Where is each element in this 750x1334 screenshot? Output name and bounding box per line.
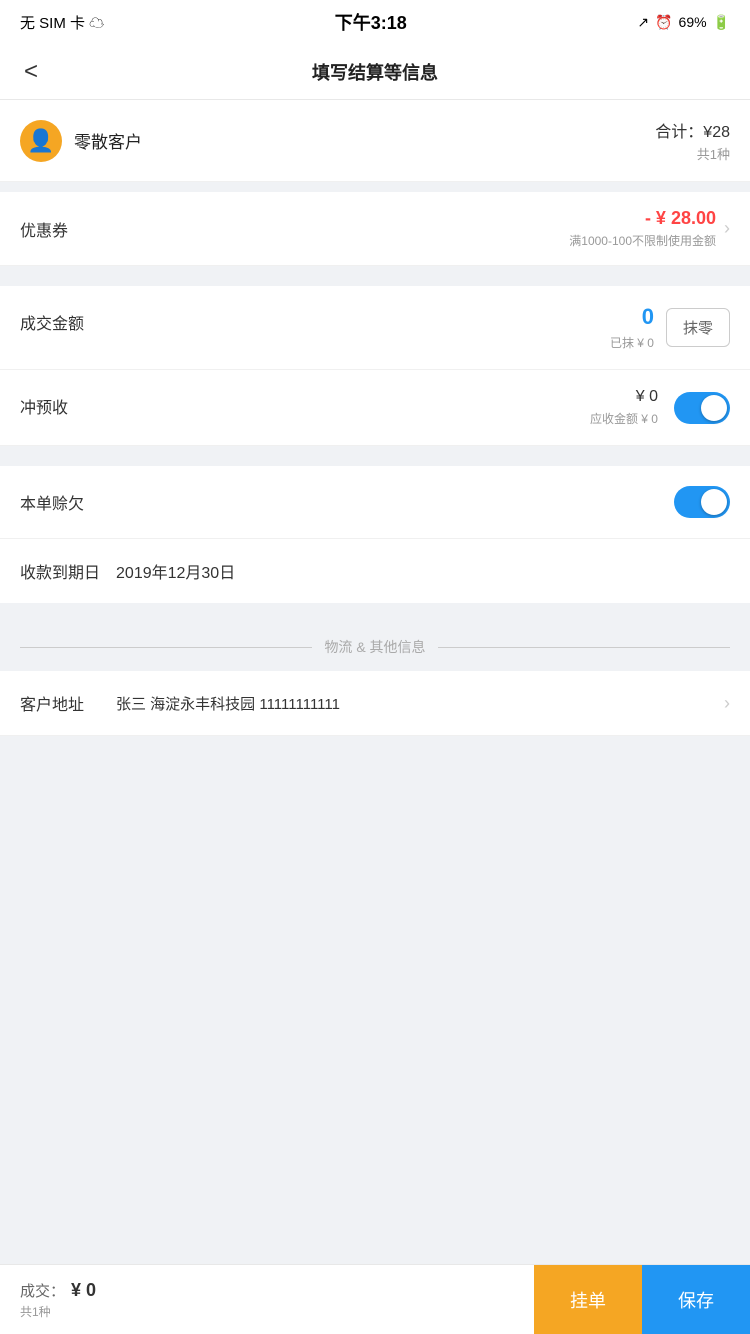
debt-toggle-thumb xyxy=(701,489,727,515)
address-value: 张三 海淀永丰科技园 11111111111 xyxy=(116,693,724,714)
deal-value-wrap: 0 已抹 ¥ 0 xyxy=(610,304,654,351)
prepayment-toggle-track xyxy=(674,392,730,424)
coupon-right: - ¥ 28.00 满1000-100不限制使用金额 › xyxy=(569,208,730,249)
deal-value: 0 xyxy=(610,304,654,330)
nav-bar: < 填写结算等信息 xyxy=(0,44,750,100)
deal-amount-label: 成交金额 xyxy=(20,304,84,334)
bottom-actions: 挂单 保存 xyxy=(534,1265,750,1334)
prepayment-toggle-thumb xyxy=(701,395,727,421)
bottom-count: 共1种 xyxy=(20,1303,514,1320)
bottom-summary: 成交： ¥ 0 共1种 xyxy=(0,1280,534,1320)
customer-count: 共1种 xyxy=(655,144,730,163)
address-card: 客户地址 张三 海淀永丰科技园 11111111111 › xyxy=(0,671,750,736)
coupon-card: 优惠券 - ¥ 28.00 满1000-100不限制使用金额 › xyxy=(0,192,750,266)
logistics-label: 物流 & 其他信息 xyxy=(324,637,425,657)
empty-space xyxy=(0,746,750,926)
customer-row[interactable]: 👤 零散客户 合计：¥28 共1种 xyxy=(0,100,750,182)
deal-right: 0 已抹 ¥ 0 抹零 xyxy=(610,304,730,351)
back-button[interactable]: < xyxy=(16,50,46,94)
prepayment-value-wrap: ¥ 0 应收金额 ¥ 0 xyxy=(590,388,658,427)
no-sim-label: 无 SIM 卡 ☁ xyxy=(20,12,104,33)
round-off-button[interactable]: 抹零 xyxy=(666,308,730,347)
main-content: 👤 零散客户 合计：¥28 共1种 优惠券 - ¥ 28.00 满1000-10… xyxy=(0,100,750,926)
deal-sub: 已抹 ¥ 0 xyxy=(610,334,654,351)
debt-label: 本单赊欠 xyxy=(20,490,84,514)
logistics-section: 物流 & 其他信息 xyxy=(0,623,750,671)
deal-amount-row: 成交金额 0 已抹 ¥ 0 抹零 xyxy=(0,286,750,370)
due-date-value: 2019年12月30日 xyxy=(116,559,235,583)
customer-avatar: 👤 xyxy=(20,120,62,162)
coupon-desc: 满1000-100不限制使用金额 xyxy=(569,232,716,249)
location-icon: ↗ xyxy=(637,14,649,31)
due-date-row[interactable]: 收款到期日 2019年12月30日 xyxy=(0,538,750,603)
customer-total: 合计：¥28 xyxy=(655,118,730,142)
customer-summary: 合计：¥28 共1种 xyxy=(655,118,730,163)
bottom-bar: 成交： ¥ 0 共1种 挂单 保存 xyxy=(0,1264,750,1334)
prepayment-value: ¥ 0 xyxy=(590,388,658,406)
coupon-value-wrap: - ¥ 28.00 满1000-100不限制使用金额 xyxy=(569,208,716,249)
debt-row: 本单赊欠 xyxy=(0,466,750,538)
coupon-discount: - ¥ 28.00 xyxy=(569,208,716,229)
battery-icon: 🔋 xyxy=(713,14,730,31)
address-chevron: › xyxy=(724,693,730,714)
alarm-icon: ⏰ xyxy=(655,14,672,31)
address-row[interactable]: 客户地址 张三 海淀永丰科技园 11111111111 › xyxy=(0,671,750,736)
prepayment-row: 冲预收 ¥ 0 应收金额 ¥ 0 xyxy=(0,370,750,446)
prepayment-sub: 应收金额 ¥ 0 xyxy=(590,410,658,427)
coupon-chevron: › xyxy=(724,218,730,239)
status-time: 下午3:18 xyxy=(335,9,407,35)
customer-name: 零散客户 xyxy=(74,128,142,153)
divider-3 xyxy=(0,613,750,623)
debt-card: 本单赊欠 收款到期日 2019年12月30日 xyxy=(0,466,750,603)
hang-button[interactable]: 挂单 xyxy=(534,1265,642,1334)
status-right: ↗ ⏰ 69% 🔋 xyxy=(637,14,730,31)
logistics-line-left xyxy=(20,647,312,648)
battery-label: 69% xyxy=(679,14,707,30)
logistics-line-right xyxy=(438,647,730,648)
save-button[interactable]: 保存 xyxy=(642,1265,750,1334)
address-label: 客户地址 xyxy=(20,691,100,715)
prepayment-right: ¥ 0 应收金额 ¥ 0 xyxy=(590,388,730,427)
prepayment-toggle[interactable] xyxy=(674,392,730,424)
customer-left: 👤 零散客户 xyxy=(20,120,142,162)
bottom-deal-row: 成交： ¥ 0 xyxy=(20,1280,514,1301)
avatar-icon: 👤 xyxy=(27,128,54,154)
bottom-deal-value: ¥ 0 xyxy=(71,1280,96,1301)
address-right: › xyxy=(724,693,730,714)
divider-2 xyxy=(0,456,750,466)
divider-1 xyxy=(0,276,750,286)
due-date-label: 收款到期日 xyxy=(20,559,100,583)
logistics-divider: 物流 & 其他信息 xyxy=(20,637,730,657)
coupon-label: 优惠券 xyxy=(20,217,68,241)
deal-card: 成交金额 0 已抹 ¥ 0 抹零 冲预收 ¥ 0 应收金额 ¥ 0 xyxy=(0,286,750,446)
debt-toggle-track xyxy=(674,486,730,518)
debt-toggle[interactable] xyxy=(674,486,730,518)
bottom-deal-label: 成交： xyxy=(20,1280,65,1301)
prepayment-label: 冲预收 xyxy=(20,388,68,418)
coupon-row[interactable]: 优惠券 - ¥ 28.00 满1000-100不限制使用金额 › xyxy=(0,192,750,266)
status-left: 无 SIM 卡 ☁ xyxy=(20,12,104,33)
status-bar: 无 SIM 卡 ☁ 下午3:18 ↗ ⏰ 69% 🔋 xyxy=(0,0,750,44)
page-title: 填写结算等信息 xyxy=(312,59,438,85)
customer-card: 👤 零散客户 合计：¥28 共1种 xyxy=(0,100,750,182)
